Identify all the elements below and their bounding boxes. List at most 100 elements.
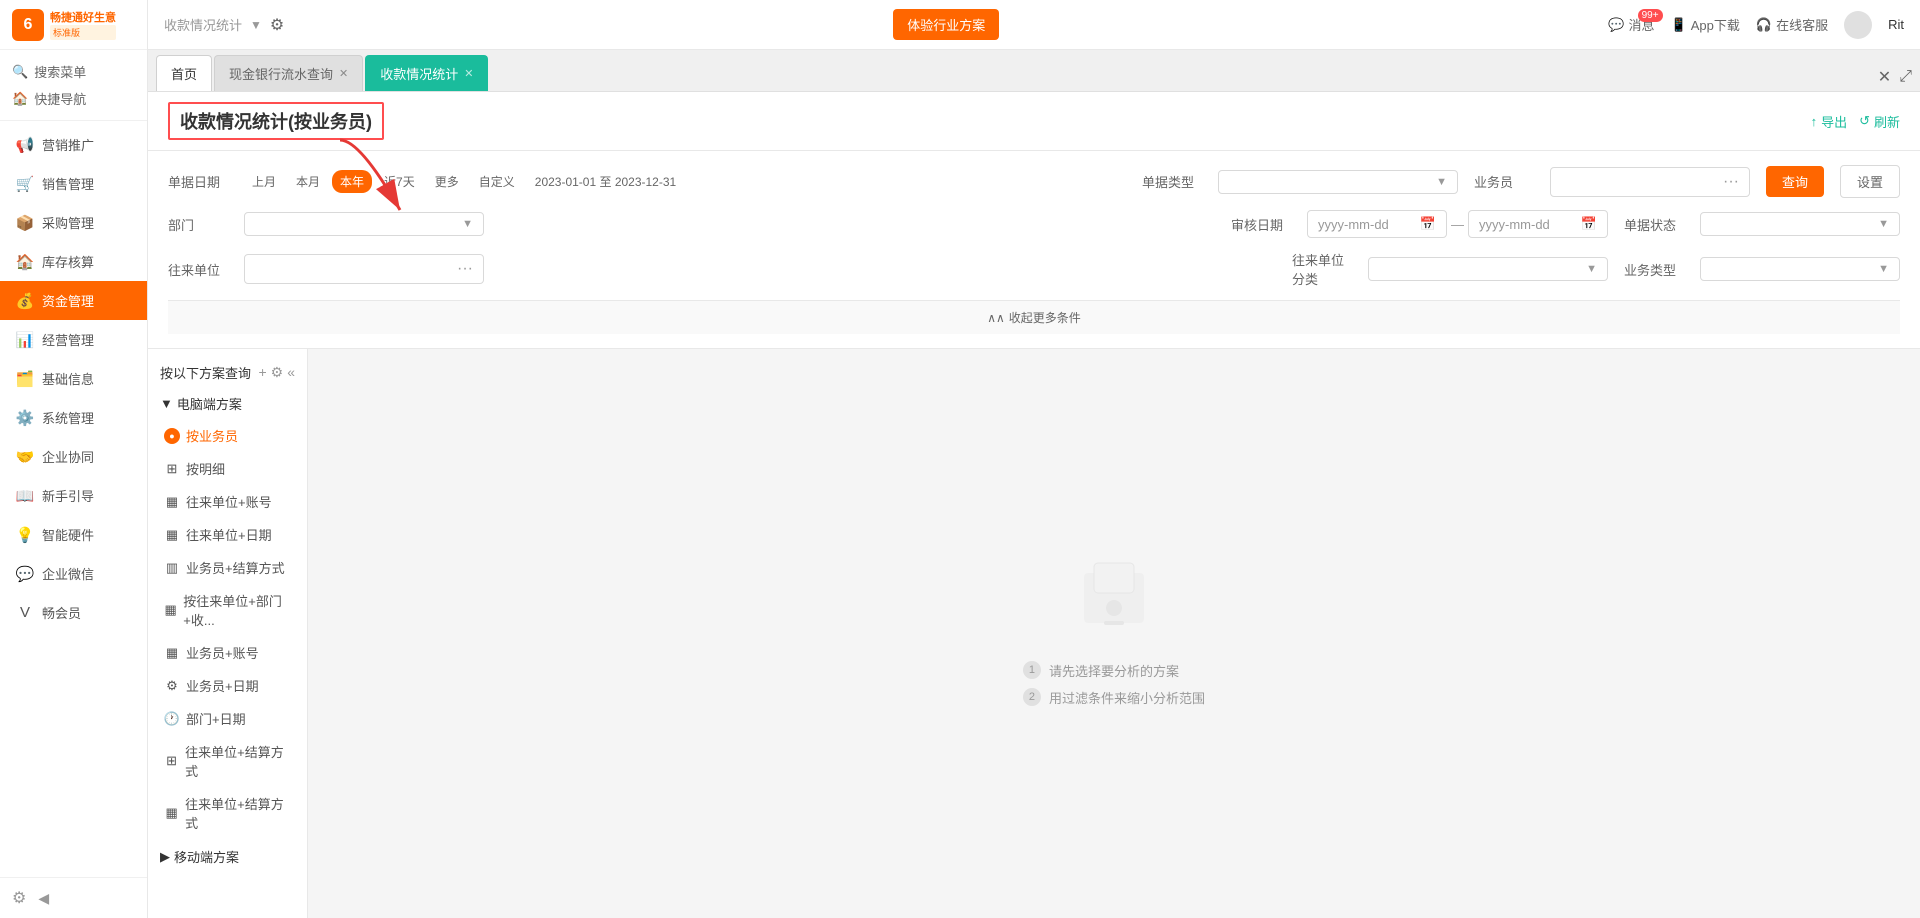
sidebar-item-label: 企业协同 [42, 447, 94, 466]
app-download-item[interactable]: 📱 App下载 [1671, 15, 1740, 34]
online-service-item[interactable]: 🎧 在线客服 [1756, 15, 1828, 34]
left-panel-actions: + ⚙ « [258, 364, 295, 381]
body-area: 按以下方案查询 + ⚙ « ▼ 电脑端方案 ● 按业务员 [148, 349, 1920, 918]
partner-category-arrow-icon: ▼ [1586, 263, 1597, 275]
tab-receipt-close[interactable]: ✕ [464, 67, 473, 80]
message-item[interactable]: 💬 消息 99+ [1608, 15, 1654, 34]
export-button[interactable]: ↑ 导出 [1811, 112, 1848, 131]
partner-select[interactable]: ··· [244, 254, 484, 284]
grid-icon: ⊞ [164, 461, 180, 477]
schema-item-partner-date[interactable]: ▦ 往来单位+日期 [148, 518, 307, 551]
schema-item-dept-date[interactable]: 🕐 部门+日期 [148, 702, 307, 735]
sidebar-item-member[interactable]: V 畅会员 [0, 593, 147, 632]
online-service-label: 在线客服 [1776, 15, 1828, 34]
schema-item-by-salesman[interactable]: ● 按业务员 [148, 419, 307, 452]
empty-state-icon [1074, 553, 1154, 633]
doc-status-select[interactable]: ▼ [1700, 212, 1900, 236]
query-button[interactable]: 查询 [1766, 166, 1824, 197]
partner-more-icon[interactable]: ··· [457, 260, 473, 278]
sidebar-item-guide[interactable]: 📖 新手引导 [0, 476, 147, 515]
schema-item-partner-dept[interactable]: ▦ 按往来单位+部门+收... [148, 584, 307, 636]
schema-group-desktop-title[interactable]: ▼ 电脑端方案 [148, 388, 307, 419]
tab-maximize-icon[interactable]: ⤢ [1899, 68, 1912, 86]
schema-item-salesman-date[interactable]: ⚙ 业务员+日期 [148, 669, 307, 702]
tab-receipt[interactable]: 收款情况统计 ✕ [365, 55, 488, 91]
trial-button[interactable]: 体验行业方案 [893, 9, 999, 40]
set-button[interactable]: 设置 [1840, 165, 1900, 198]
header-breadcrumb: 收款情况统计 [164, 15, 242, 34]
dept-select[interactable]: ▼ [244, 212, 484, 236]
date-tab-this-month[interactable]: 本月 [288, 170, 328, 193]
sidebar-search-area: 🔍 搜索菜单 🏠 快捷导航 [0, 50, 147, 121]
schema-item-label: 业务员+账号 [186, 643, 259, 662]
quick-nav-item[interactable]: 🏠 快捷导航 [12, 85, 135, 112]
date-tab-this-year[interactable]: 本年 [332, 170, 372, 193]
basic-icon: 🗂️ [16, 370, 34, 388]
sidebar: 6 畅捷通好生意 标准版 🔍 搜索菜单 🏠 快捷导航 📢 营销推广 🛒 销售管理… [0, 0, 148, 918]
operation-icon: 📊 [16, 331, 34, 349]
sidebar-item-operation[interactable]: 📊 经营管理 [0, 320, 147, 359]
sidebar-settings-icon[interactable]: ⚙ [12, 888, 26, 908]
schema-item-by-detail[interactable]: ⊞ 按明细 [148, 452, 307, 485]
sidebar-item-corp[interactable]: 🤝 企业协同 [0, 437, 147, 476]
schema-item-partner-payment2[interactable]: ▦ 往来单位+结算方式 [148, 787, 307, 839]
salesman-select[interactable]: ··· [1550, 167, 1750, 197]
doc-status-arrow-icon: ▼ [1878, 218, 1889, 230]
sidebar-item-finance[interactable]: 💰 资金管理 [0, 281, 147, 320]
sidebar-item-system[interactable]: ⚙️ 系统管理 [0, 398, 147, 437]
sidebar-item-label: 销售管理 [42, 174, 94, 193]
export-label: 导出 [1821, 112, 1847, 131]
sales-icon: 🛒 [16, 175, 34, 193]
review-date-end[interactable]: yyyy-mm-dd 📅 [1468, 210, 1608, 238]
user-avatar[interactable] [1844, 11, 1872, 39]
sidebar-collapse-icon[interactable]: ◀ [38, 890, 49, 907]
wechat-icon: 💬 [16, 565, 34, 583]
date-tab-last-month[interactable]: 上月 [244, 170, 284, 193]
schema-item-partner-payment1[interactable]: ⊞ 往来单位+结算方式 [148, 735, 307, 787]
header-gear-icon[interactable]: ⚙ [270, 15, 284, 35]
tab-bank[interactable]: 现金银行流水查询 ✕ [214, 55, 363, 91]
tab-home[interactable]: 首页 [156, 55, 212, 91]
tab-bank-close[interactable]: ✕ [339, 67, 348, 80]
biz-type-select[interactable]: ▼ [1700, 257, 1900, 281]
review-date-label: 审核日期 [1231, 215, 1291, 234]
partner-category-select[interactable]: ▼ [1368, 257, 1608, 281]
schema-item-partner-account[interactable]: ▦ 往来单位+账号 [148, 485, 307, 518]
content-area: 单据日期 上月 本月 本年 近7天 更多 自定义 2023-01-01 至 20… [148, 151, 1920, 918]
review-date-range: yyyy-mm-dd 📅 — yyyy-mm-dd 📅 [1307, 210, 1608, 238]
table4-icon: ▦ [164, 645, 180, 661]
sidebar-item-marketing[interactable]: 📢 营销推广 [0, 125, 147, 164]
partner-category-label: 往来单位分类 [1292, 250, 1352, 288]
date-tab-custom[interactable]: 自定义 [471, 170, 523, 193]
sidebar-item-label: 库存核算 [42, 252, 94, 271]
schema-collapse-icon[interactable]: « [287, 364, 295, 381]
schema-item-salesman-payment[interactable]: ▥ 业务员+结算方式 [148, 551, 307, 584]
date-tab-more[interactable]: 更多 [427, 170, 467, 193]
table-icon: ▦ [164, 494, 180, 510]
schema-settings-icon[interactable]: ⚙ [271, 364, 284, 381]
schema-group-mobile-title[interactable]: ▶ 移动端方案 [148, 841, 307, 872]
export-icon: ↑ [1811, 114, 1818, 129]
salesman-more-icon[interactable]: ··· [1723, 173, 1739, 191]
sidebar-item-purchase[interactable]: 📦 采购管理 [0, 203, 147, 242]
doc-type-select[interactable]: ▼ [1218, 170, 1458, 194]
add-schema-button[interactable]: + [258, 364, 266, 381]
sidebar-item-inventory[interactable]: 🏠 库存核算 [0, 242, 147, 281]
doc-type-arrow-icon: ▼ [1436, 176, 1447, 188]
left-panel: 按以下方案查询 + ⚙ « ▼ 电脑端方案 ● 按业务员 [148, 349, 308, 918]
finance-icon: 💰 [16, 292, 34, 310]
collapse-filter-button[interactable]: ∧∧ 收起更多条件 [168, 300, 1900, 334]
search-menu-item[interactable]: 🔍 搜索菜单 [12, 58, 135, 85]
tab-home-label: 首页 [171, 64, 197, 83]
header-dropdown-icon[interactable]: ▼ [250, 18, 262, 32]
date-tab-7days[interactable]: 近7天 [376, 170, 423, 193]
review-date-start[interactable]: yyyy-mm-dd 📅 [1307, 210, 1447, 238]
sidebar-item-sales[interactable]: 🛒 销售管理 [0, 164, 147, 203]
sidebar-item-wechat[interactable]: 💬 企业微信 [0, 554, 147, 593]
sidebar-item-label: 采购管理 [42, 213, 94, 232]
sidebar-item-basic[interactable]: 🗂️ 基础信息 [0, 359, 147, 398]
sidebar-item-hardware[interactable]: 💡 智能硬件 [0, 515, 147, 554]
schema-item-salesman-account[interactable]: ▦ 业务员+账号 [148, 636, 307, 669]
refresh-button[interactable]: ↺ 刷新 [1859, 112, 1900, 131]
tab-close-all-icon[interactable]: ✕ [1878, 67, 1891, 87]
